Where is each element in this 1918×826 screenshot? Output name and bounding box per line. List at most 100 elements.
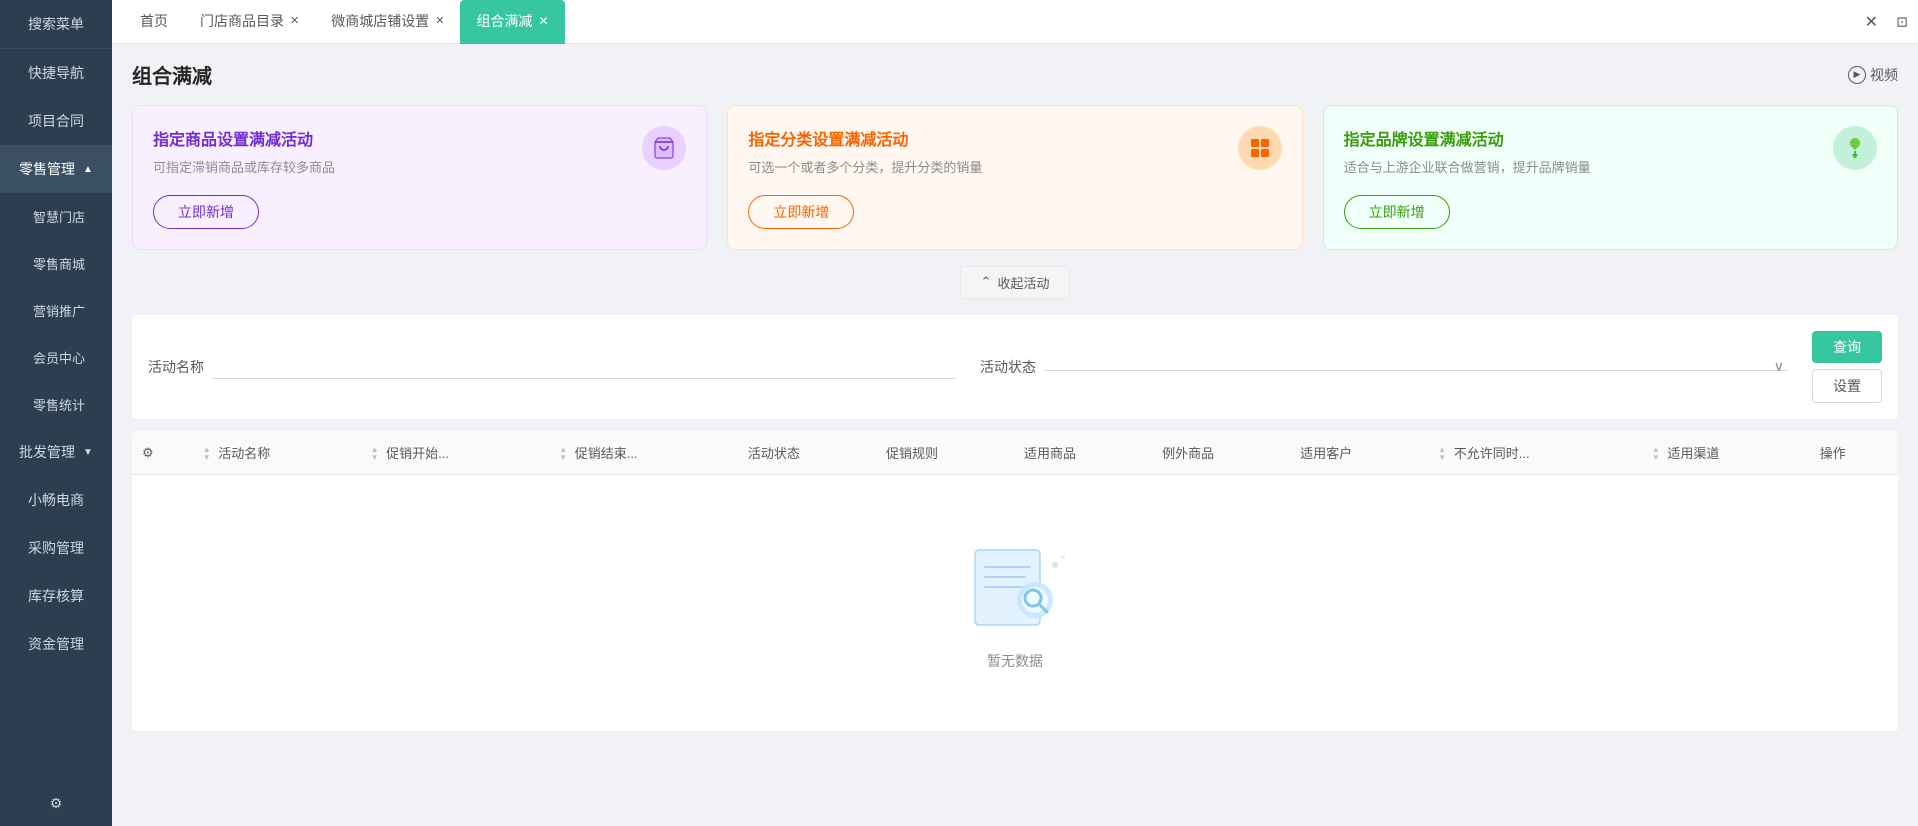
sidebar-item-smart-store[interactable]: 智慧门店 [0, 193, 112, 240]
category-card: 指定分类设置满减活动 可选一个或者多个分类，提升分类的销量 立即新增 [727, 105, 1302, 250]
sidebar-item-purchase-mgmt[interactable]: 采购管理 [0, 524, 112, 572]
col-promo-start[interactable]: ▲▼ 促销开始... [361, 431, 550, 475]
col-operation: 操作 [1810, 431, 1898, 475]
tab-store-catalog-label: 门店商品目录 [200, 11, 284, 31]
sidebar-item-retail-mall[interactable]: 零售商城 [0, 240, 112, 287]
collapse-chevron-icon: ⌃ [981, 274, 992, 290]
tab-store-catalog-close[interactable]: ✕ [290, 14, 299, 27]
sidebar-search[interactable]: 搜索菜单 [0, 0, 112, 49]
page-header: 组合满减 ▶ 视频 [132, 60, 1898, 89]
product-card: 指定商品设置满减活动 可指定滞销商品或库存较多商品 立即新增 [132, 105, 707, 250]
brand-card-title: 指定品牌设置满减活动 [1344, 126, 1877, 150]
col-promo-rule-label: 促销规则 [886, 446, 938, 461]
sidebar-item-label: 零售统计 [33, 395, 85, 414]
data-table-wrapper: ⚙ ▲▼ 活动名称 ▲▼ 促销开始... ▲▼ 促销结束... [132, 431, 1898, 732]
tab-bar: 首页 门店商品目录 ✕ 微商城店铺设置 ✕ 组合满减 ✕ ✕ ⊡ [112, 0, 1918, 44]
sidebar-item-label: 小畅电商 [28, 490, 84, 510]
activity-status-label: 活动状态 [980, 357, 1036, 377]
activity-name-label: 活动名称 [148, 357, 204, 377]
sidebar-item-label: 库存核算 [28, 586, 84, 606]
activity-status-select[interactable]: ∨ [1044, 362, 1788, 371]
sidebar-settings-btn[interactable]: ⚙ [0, 781, 112, 826]
page-title: 组合满减 [132, 60, 212, 89]
video-label: 视频 [1870, 65, 1898, 85]
tab-store-catalog[interactable]: 门店商品目录 ✕ [184, 0, 315, 44]
sidebar-item-retail-stats[interactable]: 零售统计 [0, 381, 112, 428]
sidebar-item-label: 零售管理 [19, 159, 75, 179]
query-button[interactable]: 查询 [1812, 331, 1882, 363]
content-area: 组合满减 ▶ 视频 指定商品设置满减活动 可指定滞销商品或库存较多商品 [112, 44, 1918, 826]
product-card-title: 指定商品设置满减活动 [153, 126, 686, 150]
video-link[interactable]: ▶ 视频 [1848, 65, 1898, 85]
product-card-desc: 可指定滞销商品或库存较多商品 [153, 158, 686, 179]
sidebar-item-retail-mgmt[interactable]: 零售管理 [0, 145, 112, 193]
col-activity-name[interactable]: ▲▼ 活动名称 [193, 431, 361, 475]
col-gear[interactable]: ⚙ [132, 431, 193, 475]
empty-text: 暂无数据 [987, 651, 1043, 671]
product-card-btn[interactable]: 立即新增 [153, 195, 259, 229]
sidebar-item-wholesale-mgmt[interactable]: 批发管理 [0, 428, 112, 476]
category-card-desc: 可选一个或者多个分类，提升分类的销量 [748, 158, 1281, 179]
col-applicable-goods: 适用商品 [1014, 431, 1152, 475]
sidebar-item-project-contract[interactable]: 项目合同 [0, 97, 112, 145]
window-close-btn[interactable]: ✕ [1865, 12, 1878, 32]
col-applicable-customer-label: 适用客户 [1300, 446, 1352, 461]
filter-buttons: 查询 设置 [1812, 331, 1882, 403]
play-icon: ▶ [1848, 66, 1866, 84]
col-not-allow-same-label: 不允许同时... [1454, 446, 1530, 461]
sidebar-item-label: 快捷导航 [28, 63, 84, 83]
product-card-icon [642, 126, 686, 170]
sidebar-item-label: 会员中心 [33, 348, 85, 367]
col-operation-label: 操作 [1820, 446, 1846, 461]
col-exception-goods: 例外商品 [1152, 431, 1290, 475]
sidebar-item-label: 零售商城 [33, 254, 85, 273]
collapse-activities-btn[interactable]: ⌃ 收起活动 [960, 266, 1071, 299]
empty-illustration [955, 535, 1075, 635]
settings-button[interactable]: 设置 [1812, 369, 1882, 403]
sidebar-item-label: 项目合同 [28, 111, 84, 131]
tab-wechat-store-close[interactable]: ✕ [435, 14, 444, 27]
col-applicable-goods-label: 适用商品 [1024, 446, 1076, 461]
col-promo-end-label: 促销结束... [575, 446, 638, 461]
sort-icon: ▲▼ [1438, 446, 1446, 462]
category-card-btn[interactable]: 立即新增 [748, 195, 854, 229]
filter-activity-name: 活动名称 [148, 354, 956, 379]
brand-card-btn[interactable]: 立即新增 [1344, 195, 1450, 229]
sidebar-item-quick-nav[interactable]: 快捷导航 [0, 49, 112, 97]
col-not-allow-same[interactable]: ▲▼ 不允许同时... [1428, 431, 1642, 475]
empty-state: 暂无数据 [132, 475, 1898, 731]
data-table: ⚙ ▲▼ 活动名称 ▲▼ 促销开始... ▲▼ 促销结束... [132, 431, 1898, 476]
main-area: 首页 门店商品目录 ✕ 微商城店铺设置 ✕ 组合满减 ✕ ✕ ⊡ 组合满减 ▶ … [112, 0, 1918, 826]
sidebar-item-label: 资金管理 [28, 634, 84, 654]
col-applicable-customer: 适用客户 [1290, 431, 1428, 475]
filter-panel: 活动名称 活动状态 ∨ 查询 设置 [132, 315, 1898, 419]
brand-card-desc: 适合与上游企业联合做营销，提升品牌销量 [1344, 158, 1877, 179]
tab-combo-discount-close[interactable]: ✕ [538, 14, 548, 28]
col-promo-end[interactable]: ▲▼ 促销结束... [549, 431, 738, 475]
tab-home[interactable]: 首页 [124, 0, 184, 44]
sidebar-item-member-center[interactable]: 会员中心 [0, 334, 112, 381]
tab-home-label: 首页 [140, 11, 168, 31]
sidebar-item-inventory[interactable]: 库存核算 [0, 572, 112, 620]
sidebar-item-label: 智慧门店 [33, 207, 85, 226]
collapse-bar: ⌃ 收起活动 [132, 266, 1898, 299]
tab-wechat-store[interactable]: 微商城店铺设置 ✕ [315, 0, 460, 44]
col-exception-goods-label: 例外商品 [1162, 446, 1214, 461]
brand-card-icon [1833, 126, 1877, 170]
activity-name-input[interactable] [212, 354, 956, 379]
sort-icon: ▲▼ [559, 446, 567, 462]
window-expand-btn[interactable]: ⊡ [1896, 13, 1908, 30]
col-activity-status: 活动状态 [738, 431, 876, 475]
col-promo-start-label: 促销开始... [386, 446, 449, 461]
chevron-down-icon: ∨ [1774, 358, 1784, 375]
tab-combo-discount[interactable]: 组合满减 ✕ [460, 0, 564, 44]
sidebar-item-marketing[interactable]: 营销推广 [0, 287, 112, 334]
sidebar-item-finance[interactable]: 资金管理 [0, 620, 112, 668]
sort-icon: ▲▼ [203, 446, 211, 462]
tab-wechat-store-label: 微商城店铺设置 [331, 11, 429, 31]
filter-activity-status: 活动状态 ∨ [980, 357, 1788, 377]
col-applicable-channel-label: 适用渠道 [1667, 446, 1719, 461]
col-applicable-channel[interactable]: ▲▼ 适用渠道 [1642, 431, 1810, 475]
sidebar-item-xiochang[interactable]: 小畅电商 [0, 476, 112, 524]
sidebar-item-label: 营销推广 [33, 301, 85, 320]
